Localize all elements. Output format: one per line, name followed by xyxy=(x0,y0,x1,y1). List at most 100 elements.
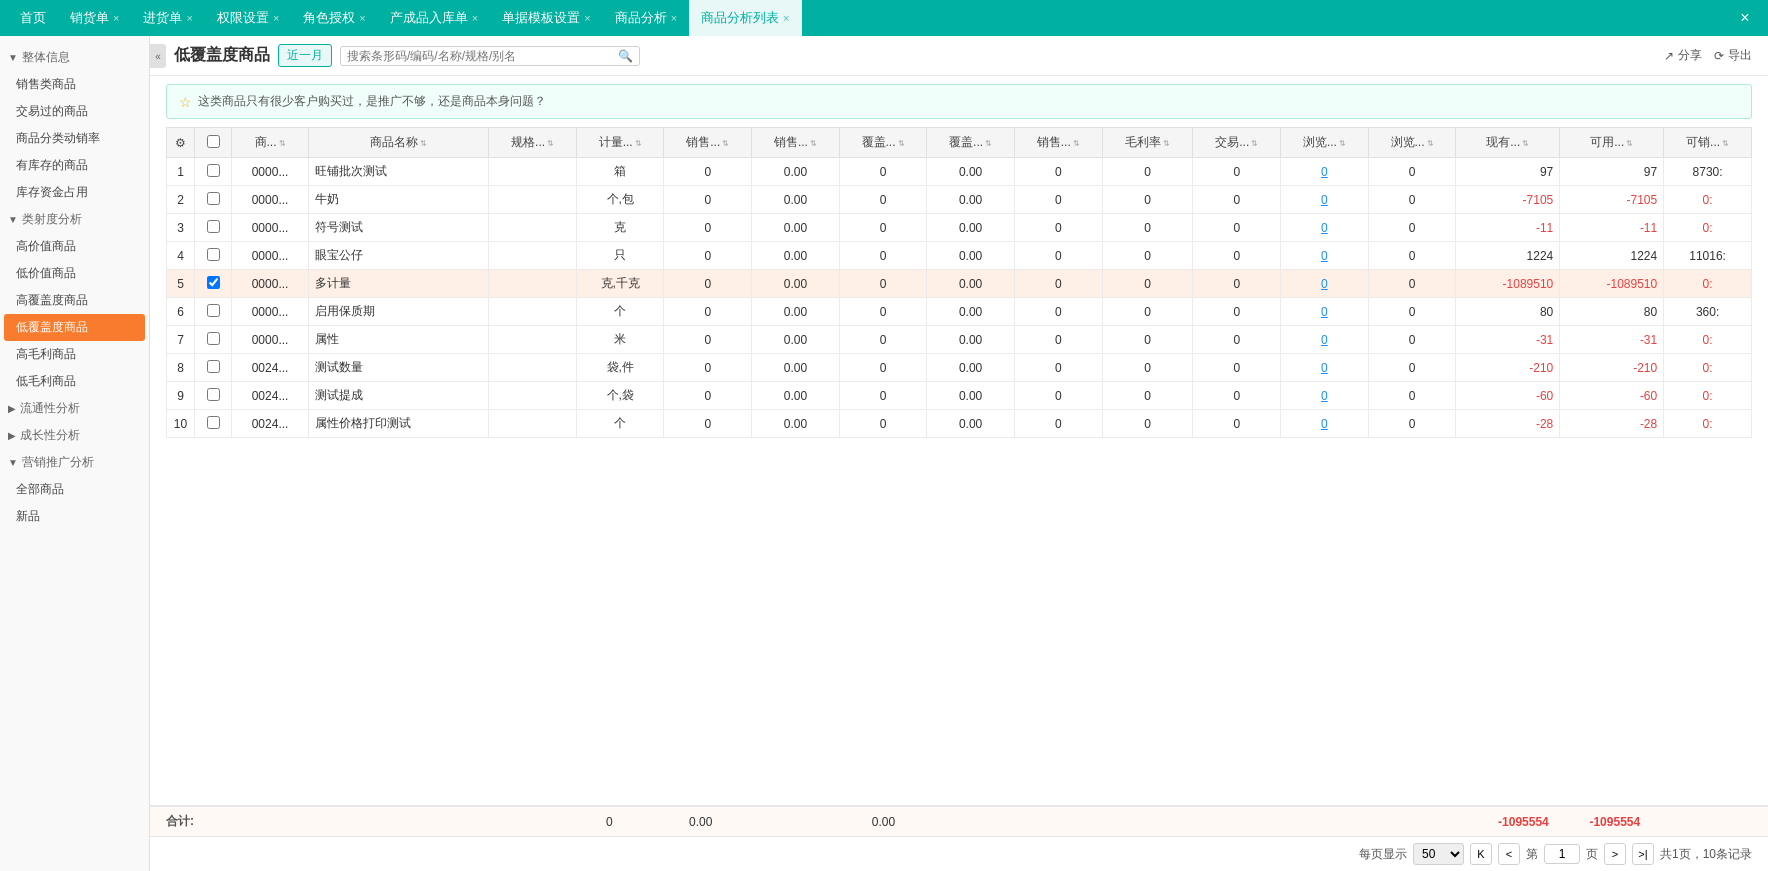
nav-item-analysis[interactable]: 商品分析 × xyxy=(603,0,689,36)
sidebar-item-high-gross[interactable]: 高毛利商品 xyxy=(0,341,149,368)
close-icon-analysis[interactable]: × xyxy=(671,12,677,24)
row-checkbox[interactable] xyxy=(207,192,220,205)
last-page-button[interactable]: >| xyxy=(1632,843,1654,865)
sidebar-item-all-goods[interactable]: 全部商品 xyxy=(0,476,149,503)
col-trade[interactable]: 交易...⇅ xyxy=(1193,128,1281,158)
row-checkbox-cell[interactable] xyxy=(195,326,232,354)
row-sales3: 0 xyxy=(1014,410,1102,438)
row-checkbox[interactable] xyxy=(207,332,220,345)
col-spec[interactable]: 规格...⇅ xyxy=(489,128,577,158)
share-button[interactable]: ↗ 分享 xyxy=(1664,47,1702,64)
row-checkbox-cell[interactable] xyxy=(195,270,232,298)
col-sellable[interactable]: 可销...⇅ xyxy=(1664,128,1752,158)
close-icon-purchase[interactable]: × xyxy=(186,12,192,24)
date-filter-button[interactable]: 近一月 xyxy=(278,44,332,67)
collapse-button[interactable]: « xyxy=(150,44,166,68)
nav-item-permission[interactable]: 权限设置 × xyxy=(205,0,291,36)
row-checkbox[interactable] xyxy=(207,220,220,233)
row-checkbox-cell[interactable] xyxy=(195,298,232,326)
sidebar-item-category-rate[interactable]: 商品分类动销率 xyxy=(0,125,149,152)
sidebar-item-high-coverage[interactable]: 高覆盖度商品 xyxy=(0,287,149,314)
sidebar-section-growth[interactable]: ▶ 成长性分析 xyxy=(0,422,149,449)
row-browse1[interactable]: 0 xyxy=(1281,242,1369,270)
col-browse2[interactable]: 浏览...⇅ xyxy=(1368,128,1456,158)
nav-item-home[interactable]: 首页 xyxy=(8,0,58,36)
sidebar-item-new-goods[interactable]: 新品 xyxy=(0,503,149,530)
col-available[interactable]: 可用...⇅ xyxy=(1560,128,1664,158)
row-checkbox[interactable] xyxy=(207,416,220,429)
close-icon-sales[interactable]: × xyxy=(113,12,119,24)
row-checkbox[interactable] xyxy=(207,360,220,373)
col-cover2[interactable]: 覆盖...⇅ xyxy=(927,128,1015,158)
row-browse1[interactable]: 0 xyxy=(1281,326,1369,354)
page-number-input[interactable] xyxy=(1544,844,1580,864)
col-code[interactable]: 商...⇅ xyxy=(232,128,309,158)
sidebar-item-capital[interactable]: 库存资金占用 xyxy=(0,179,149,206)
close-icon-role[interactable]: × xyxy=(359,12,365,24)
row-checkbox[interactable] xyxy=(207,388,220,401)
col-cover1[interactable]: 覆盖...⇅ xyxy=(839,128,927,158)
export-button[interactable]: ⟳ 导出 xyxy=(1714,47,1752,64)
row-browse1[interactable]: 0 xyxy=(1281,186,1369,214)
nav-item-analysis-list[interactable]: 商品分析列表 × xyxy=(689,0,801,36)
sidebar-section-liquidity[interactable]: ▶ 流通性分析 xyxy=(0,395,149,422)
nav-item-role[interactable]: 角色授权 × xyxy=(291,0,377,36)
col-name[interactable]: 商品名称⇅ xyxy=(309,128,489,158)
row-spec xyxy=(489,354,577,382)
row-checkbox-cell[interactable] xyxy=(195,354,232,382)
row-browse1[interactable]: 0 xyxy=(1281,354,1369,382)
sidebar-item-sales-goods[interactable]: 销售类商品 xyxy=(0,71,149,98)
col-unit[interactable]: 计量...⇅ xyxy=(576,128,664,158)
nav-item-product-warehouse[interactable]: 产成品入库单 × xyxy=(378,0,490,36)
first-page-button[interactable]: K xyxy=(1470,843,1492,865)
sidebar-item-low-value[interactable]: 低价值商品 xyxy=(0,260,149,287)
row-checkbox-cell[interactable] xyxy=(195,410,232,438)
row-browse1[interactable]: 0 xyxy=(1281,214,1369,242)
close-icon-product-warehouse[interactable]: × xyxy=(472,12,478,24)
row-browse1[interactable]: 0 xyxy=(1281,410,1369,438)
per-page-select[interactable]: 50 20 100 200 xyxy=(1413,843,1464,865)
next-page-button[interactable]: > xyxy=(1604,843,1626,865)
sidebar-item-traded-goods[interactable]: 交易过的商品 xyxy=(0,98,149,125)
row-checkbox[interactable] xyxy=(207,304,220,317)
nav-item-template[interactable]: 单据模板设置 × xyxy=(490,0,602,36)
col-settings[interactable]: ⚙ xyxy=(167,128,195,158)
sidebar-item-high-value[interactable]: 高价值商品 xyxy=(0,233,149,260)
sidebar-section-overall[interactable]: ▼ 整体信息 xyxy=(0,44,149,71)
row-browse1[interactable]: 0 xyxy=(1281,298,1369,326)
row-checkbox-cell[interactable] xyxy=(195,382,232,410)
select-all-checkbox[interactable] xyxy=(207,135,220,148)
col-sales-amt[interactable]: 销售...⇅ xyxy=(752,128,840,158)
row-gross-rate: 0 xyxy=(1102,382,1193,410)
col-sales3[interactable]: 销售...⇅ xyxy=(1014,128,1102,158)
row-browse1[interactable]: 0 xyxy=(1281,158,1369,186)
nav-item-purchase[interactable]: 进货单 × xyxy=(131,0,204,36)
close-icon-analysis-list[interactable]: × xyxy=(783,12,789,24)
sidebar-item-stocked-goods[interactable]: 有库存的商品 xyxy=(0,152,149,179)
row-checkbox[interactable] xyxy=(207,164,220,177)
nav-close-button[interactable]: × xyxy=(1730,3,1760,33)
sidebar-section-coverage[interactable]: ▼ 类射度分析 xyxy=(0,206,149,233)
col-browse1[interactable]: 浏览...⇅ xyxy=(1281,128,1369,158)
nav-item-sales[interactable]: 销货单 × xyxy=(58,0,131,36)
close-icon-permission[interactable]: × xyxy=(273,12,279,24)
sidebar-item-low-gross[interactable]: 低毛利商品 xyxy=(0,368,149,395)
col-gross-rate[interactable]: 毛利率⇅ xyxy=(1102,128,1193,158)
row-checkbox-cell[interactable] xyxy=(195,186,232,214)
prev-page-button[interactable]: < xyxy=(1498,843,1520,865)
row-browse1[interactable]: 0 xyxy=(1281,382,1369,410)
row-checkbox-cell[interactable] xyxy=(195,242,232,270)
col-sales-qty[interactable]: 销售...⇅ xyxy=(664,128,752,158)
col-current[interactable]: 现有...⇅ xyxy=(1456,128,1560,158)
row-checkbox-cell[interactable] xyxy=(195,158,232,186)
sidebar-item-low-coverage[interactable]: 低覆盖度商品 xyxy=(4,314,145,341)
search-icon[interactable]: 🔍 xyxy=(618,49,633,63)
row-checkbox[interactable] xyxy=(207,248,220,261)
close-icon-template[interactable]: × xyxy=(584,12,590,24)
row-browse1[interactable]: 0 xyxy=(1281,270,1369,298)
col-checkbox[interactable] xyxy=(195,128,232,158)
search-input[interactable] xyxy=(347,49,618,63)
row-checkbox-cell[interactable] xyxy=(195,214,232,242)
sidebar-section-marketing[interactable]: ▼ 营销推广分析 xyxy=(0,449,149,476)
row-checkbox[interactable] xyxy=(207,276,220,289)
